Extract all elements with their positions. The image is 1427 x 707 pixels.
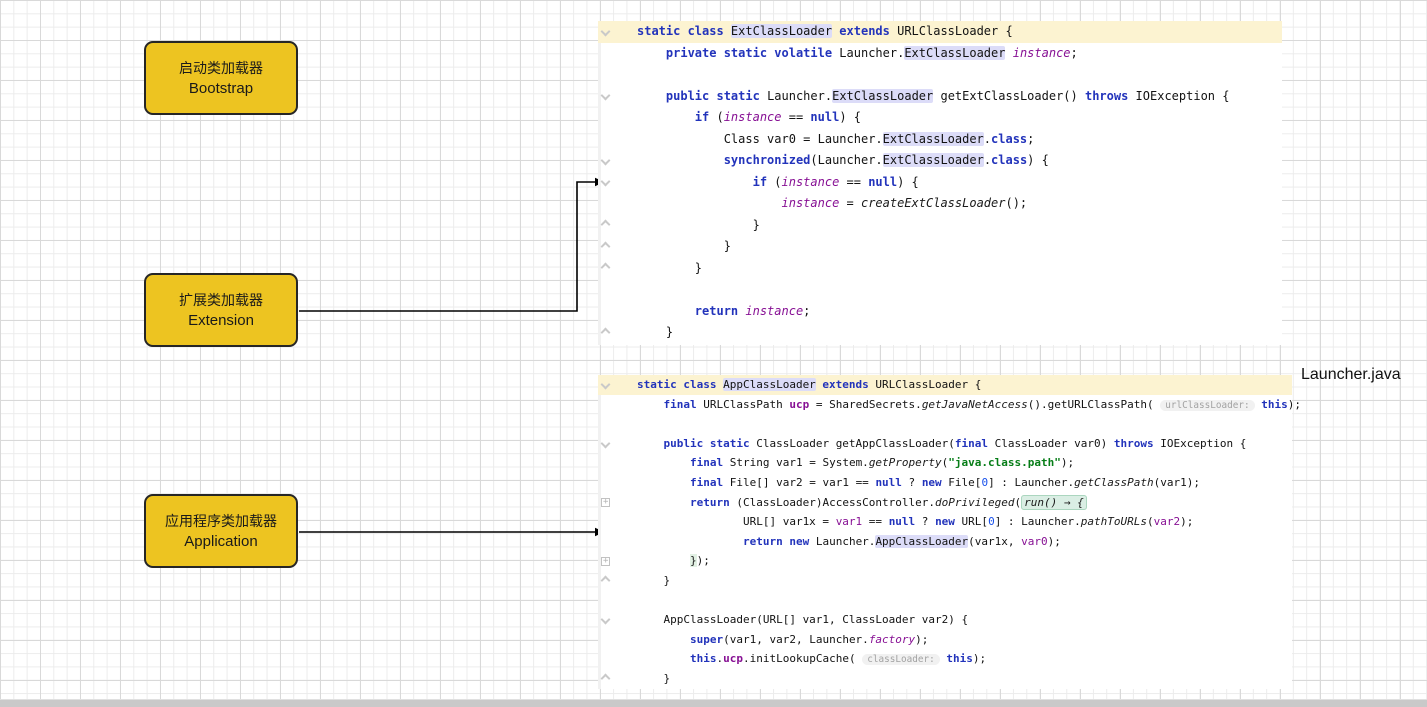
code-line: public static ClassLoader getAppClassLoa…	[663, 436, 1247, 450]
fold-marker-icon[interactable]	[600, 262, 611, 273]
code-line: return (ClassLoader)AccessController.doP…	[598, 493, 1292, 513]
node-bootstrap-label-zh: 启动类加载器	[179, 59, 263, 76]
code-line: }	[637, 325, 674, 339]
code-lines: static class AppClassLoader extends URLC…	[598, 375, 1301, 689]
code-line: return instance;	[694, 303, 811, 318]
code-line: Class var0 = Launcher.ExtClassLoader.cla…	[637, 131, 1035, 146]
fold-marker-icon[interactable]	[601, 497, 610, 508]
fold-marker-icon[interactable]	[600, 379, 611, 390]
code-snippet-extclassloader: static class ExtClassLoader extends URLC…	[598, 21, 1282, 345]
code-line: static class ExtClassLoader extends URLC…	[598, 21, 1282, 43]
code-line: }	[637, 217, 760, 232]
code-line: });	[689, 554, 710, 568]
horizontal-scrollbar[interactable]	[0, 699, 1427, 707]
node-application-label-zh: 应用程序类加载器	[165, 512, 277, 529]
node-bootstrap-classloader[interactable]: 启动类加载器 Bootstrap	[144, 41, 298, 115]
fold-marker-icon[interactable]	[600, 575, 611, 586]
code-line: }	[637, 239, 731, 253]
code-line: }	[637, 573, 671, 587]
code-line: this.ucp.initLookupCache( classLoader: t…	[689, 652, 987, 666]
fold-marker-icon[interactable]	[600, 90, 611, 101]
code-line: static class AppClassLoader extends URLC…	[598, 375, 1292, 395]
fold-marker-icon[interactable]	[600, 673, 611, 684]
code-line: if (instance == null) {	[752, 174, 919, 189]
fold-marker-icon[interactable]	[600, 219, 611, 230]
code-line: instance = createExtClassLoader();	[781, 196, 1028, 210]
fold-marker-icon[interactable]	[600, 176, 611, 187]
diagram-canvas: 启动类加载器 Bootstrap 扩展类加载器 Extension 应用程序类加…	[0, 0, 1427, 707]
code-line: final File[] var2 = var1 == null ? new F…	[689, 475, 1200, 489]
code-line: }	[637, 260, 703, 275]
node-extension-label-en: Extension	[188, 311, 254, 329]
code-line: final String var1 = System.getProperty("…	[689, 456, 1075, 470]
editor-gutter	[598, 375, 612, 689]
fold-marker-icon[interactable]	[600, 327, 611, 338]
code-line: URL[] var1x = var1 == null ? new URL[0] …	[637, 515, 1194, 529]
editor-gutter	[598, 21, 612, 345]
code-line: final URLClassPath ucp = SharedSecrets.g…	[663, 397, 1301, 411]
fold-marker-icon[interactable]	[600, 438, 611, 449]
code-snippet-appclassloader: static class AppClassLoader extends URLC…	[598, 375, 1301, 689]
code-line: public static Launcher.ExtClassLoader ge…	[665, 88, 1230, 103]
code-line: return new Launcher.AppClassLoader(var1x…	[742, 534, 1061, 548]
code-line: private static volatile Launcher.ExtClas…	[665, 45, 1078, 60]
code-line: if (instance == null) {	[694, 110, 861, 124]
fold-marker-icon[interactable]	[601, 556, 610, 567]
fold-marker-icon[interactable]	[600, 614, 611, 625]
node-extension-classloader[interactable]: 扩展类加载器 Extension	[144, 273, 298, 347]
file-name-label: Launcher.java	[1301, 366, 1401, 383]
code-line: synchronized(Launcher.ExtClassLoader.cla…	[723, 153, 1049, 167]
node-application-classloader[interactable]: 应用程序类加载器 Application	[144, 494, 298, 568]
code-line: AppClassLoader(URL[] var1, ClassLoader v…	[637, 613, 969, 627]
code-line: }	[637, 671, 671, 685]
code-lines: static class ExtClassLoader extends URLC…	[598, 21, 1282, 344]
node-bootstrap-label-en: Bootstrap	[188, 79, 254, 97]
fold-marker-icon[interactable]	[600, 26, 611, 37]
fold-marker-icon[interactable]	[600, 241, 611, 252]
code-line: super(var1, var2, Launcher.factory);	[689, 632, 929, 646]
fold-marker-icon[interactable]	[600, 155, 611, 166]
node-application-label-en: Application	[184, 532, 258, 550]
connector-extension[interactable]	[299, 181, 595, 312]
node-extension-label-zh: 扩展类加载器	[179, 291, 263, 308]
